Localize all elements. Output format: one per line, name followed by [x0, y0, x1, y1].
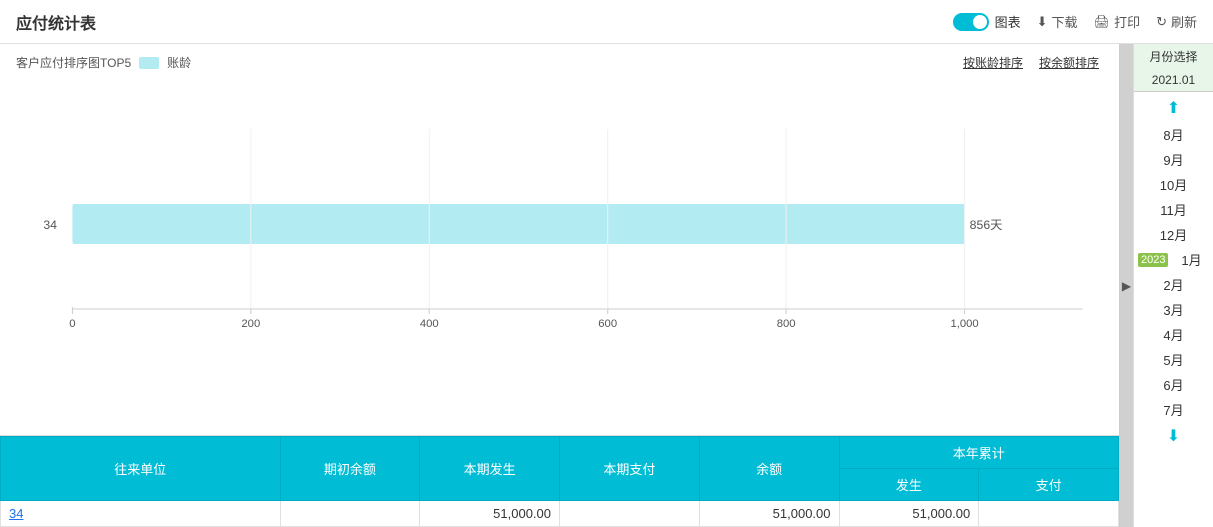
month-sidebar: 月份选择 2021.01 ⬆ 8月 9月 10月 11月 12月 2023 1月… — [1133, 44, 1213, 527]
sidebar-up-button[interactable]: ⬆ — [1134, 94, 1213, 122]
svg-text:856天: 856天 — [970, 218, 1003, 232]
unit-link[interactable]: 34 — [9, 506, 23, 521]
legend-color-label: 账龄 — [167, 54, 191, 71]
th-opening: 期初余额 — [280, 437, 420, 501]
cell-opening — [280, 501, 420, 527]
svg-text:200: 200 — [241, 318, 260, 330]
download-label: 下载 — [1052, 12, 1078, 31]
svg-text:0: 0 — [69, 318, 75, 330]
th-balance: 余额 — [699, 437, 839, 501]
download-button[interactable]: ⬇ 下载 — [1037, 12, 1078, 31]
month-item-9[interactable]: 9月 — [1134, 147, 1213, 172]
year-marker: 2023 — [1138, 253, 1168, 267]
month-item-10[interactable]: 10月 — [1134, 172, 1213, 197]
page-title: 应付统计表 — [16, 10, 96, 34]
print-icon: 🖨 — [1094, 14, 1111, 30]
print-button[interactable]: 🖨 打印 — [1094, 12, 1141, 31]
month-item-3[interactable]: 3月 — [1134, 297, 1213, 322]
chart-toggle[interactable] — [953, 13, 989, 31]
svg-text:34: 34 — [43, 218, 57, 232]
sidebar-header: 月份选择 — [1134, 44, 1213, 69]
refresh-label: 刷新 — [1171, 12, 1197, 31]
th-current-pay: 本期支付 — [560, 437, 700, 501]
cell-ytd-occur: 51,000.00 — [839, 501, 979, 527]
th-ytd-pay: 支付 — [979, 469, 1119, 501]
cell-current-pay — [560, 501, 700, 527]
sort-by-amount-button[interactable]: 按账龄排序 — [959, 52, 1027, 73]
print-label: 打印 — [1114, 12, 1140, 31]
sort-by-balance-button[interactable]: 按余额排序 — [1035, 52, 1103, 73]
cell-current-occur: 51,000.00 — [420, 501, 560, 527]
table-row: 34 51,000.00 51,000.00 51,000.00 — [1, 501, 1119, 527]
month-item-12[interactable]: 12月 — [1134, 222, 1213, 247]
th-current-occur: 本期发生 — [420, 437, 560, 501]
refresh-icon: ↻ — [1156, 14, 1167, 30]
th-unit: 往来单位 — [1, 437, 281, 501]
sidebar-collapse-button[interactable]: ▶ — [1119, 44, 1133, 527]
sidebar-date: 2021.01 — [1134, 69, 1213, 92]
cell-unit: 34 — [1, 501, 281, 527]
month-item-6[interactable]: 6月 — [1134, 372, 1213, 397]
month-item-2[interactable]: 2月 — [1134, 272, 1213, 297]
legend-text: 客户应付排序图TOP5 — [16, 54, 131, 71]
svg-text:600: 600 — [598, 318, 617, 330]
legend-color-box — [139, 57, 159, 69]
data-table-section: 往来单位 期初余额 本期发生 本期支付 余额 本年累计 发生 支付 — [0, 435, 1119, 527]
month-item-4[interactable]: 4月 — [1134, 322, 1213, 347]
month-item-11[interactable]: 11月 — [1134, 197, 1213, 222]
th-ytd: 本年累计 — [839, 437, 1119, 469]
refresh-button[interactable]: ↻ 刷新 — [1156, 12, 1197, 31]
svg-text:1,000: 1,000 — [950, 318, 978, 330]
month-item-5[interactable]: 5月 — [1134, 347, 1213, 372]
year-row: 2023 1月 — [1134, 247, 1213, 272]
month-item-8[interactable]: 8月 — [1134, 122, 1213, 147]
download-icon: ⬇ — [1037, 14, 1048, 30]
svg-text:800: 800 — [777, 318, 796, 330]
bar-chart: 34 856天 0 200 400 600 — [16, 89, 1103, 349]
cell-balance: 51,000.00 — [699, 501, 839, 527]
sidebar-down-button[interactable]: ⬇ — [1134, 422, 1213, 450]
cell-ytd-pay — [979, 501, 1119, 527]
th-ytd-occur: 发生 — [839, 469, 979, 501]
toggle-label: 图表 — [995, 12, 1021, 31]
chart-container: 34 856天 0 200 400 600 — [0, 81, 1119, 435]
month-item-7[interactable]: 7月 — [1134, 397, 1213, 422]
svg-text:400: 400 — [420, 318, 439, 330]
